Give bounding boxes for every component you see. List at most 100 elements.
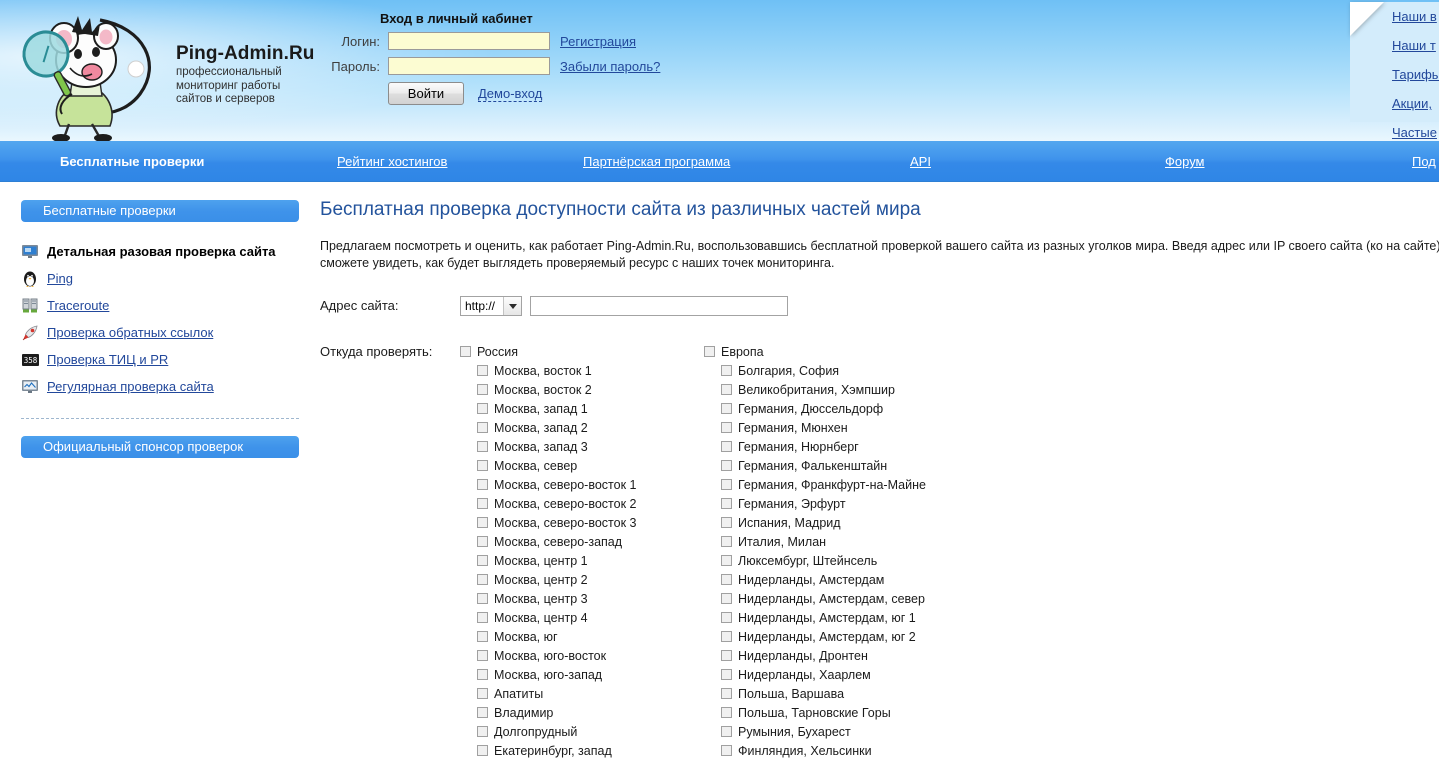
location-checkbox-row[interactable]: Москва, север: [460, 456, 704, 475]
checkbox-icon[interactable]: [477, 612, 488, 623]
checkbox-icon[interactable]: [721, 707, 732, 718]
checkbox-icon[interactable]: [477, 365, 488, 376]
checkbox-icon[interactable]: [460, 346, 471, 357]
checkbox-icon[interactable]: [721, 726, 732, 737]
sidebar-item-label[interactable]: Проверка ТИЦ и PR: [47, 352, 168, 367]
location-checkbox-row[interactable]: Великобритания, Хэмпшир: [704, 380, 948, 399]
location-checkbox-row[interactable]: Москва, северо-восток 1: [460, 475, 704, 494]
location-checkbox-row[interactable]: Владимир: [460, 703, 704, 722]
location-checkbox-row[interactable]: Екатеринбург, запад: [460, 741, 704, 760]
checkbox-icon[interactable]: [477, 536, 488, 547]
checkbox-icon[interactable]: [721, 441, 732, 452]
location-checkbox-row[interactable]: Нидерланды, Амстердам, юг 1: [704, 608, 948, 627]
location-checkbox-row[interactable]: Москва, центр 4: [460, 608, 704, 627]
checkbox-icon[interactable]: [477, 498, 488, 509]
sidebar-item-5[interactable]: 358Проверка ТИЦ и PR: [21, 346, 299, 373]
checkbox-icon[interactable]: [477, 631, 488, 642]
location-group-header[interactable]: Россия: [460, 342, 704, 361]
location-checkbox-row[interactable]: Германия, Нюрнберг: [704, 437, 948, 456]
sidebar-item-label[interactable]: Ping: [47, 271, 73, 286]
checkbox-icon[interactable]: [721, 669, 732, 680]
location-checkbox-row[interactable]: Москва, центр 1: [460, 551, 704, 570]
protocol-select[interactable]: http://: [460, 296, 522, 316]
checkbox-icon[interactable]: [721, 612, 732, 623]
nav-item-4[interactable]: API: [910, 154, 931, 169]
password-input[interactable]: [388, 57, 550, 75]
checkbox-icon[interactable]: [477, 574, 488, 585]
sidebar-item-2[interactable]: Ping: [21, 265, 299, 292]
promo-link-4[interactable]: Акции,: [1392, 97, 1439, 111]
demo-login-link[interactable]: Демо-вход: [478, 86, 542, 102]
site-address-input[interactable]: [530, 296, 788, 316]
location-checkbox-row[interactable]: Москва, северо-запад: [460, 532, 704, 551]
location-checkbox-row[interactable]: Германия, Мюнхен: [704, 418, 948, 437]
checkbox-icon[interactable]: [477, 479, 488, 490]
checkbox-icon[interactable]: [721, 384, 732, 395]
checkbox-icon[interactable]: [721, 688, 732, 699]
checkbox-icon[interactable]: [721, 574, 732, 585]
sidebar-item-6[interactable]: Регулярная проверка сайта: [21, 373, 299, 400]
checkbox-icon[interactable]: [477, 745, 488, 756]
location-checkbox-row[interactable]: Германия, Франкфурт-на-Майне: [704, 475, 948, 494]
login-input[interactable]: [388, 32, 550, 50]
checkbox-icon[interactable]: [477, 669, 488, 680]
checkbox-icon[interactable]: [721, 365, 732, 376]
checkbox-icon[interactable]: [477, 726, 488, 737]
checkbox-icon[interactable]: [721, 422, 732, 433]
checkbox-icon[interactable]: [721, 403, 732, 414]
checkbox-icon[interactable]: [477, 460, 488, 471]
location-checkbox-row[interactable]: Нидерланды, Дронтен: [704, 646, 948, 665]
location-checkbox-row[interactable]: Нидерланды, Хаарлем: [704, 665, 948, 684]
checkbox-icon[interactable]: [477, 593, 488, 604]
nav-item-2[interactable]: Рейтинг хостингов: [337, 154, 447, 169]
location-checkbox-row[interactable]: Москва, северо-восток 2: [460, 494, 704, 513]
location-checkbox-row[interactable]: Долгопрудный: [460, 722, 704, 741]
promo-link-2[interactable]: Наши т: [1392, 39, 1439, 53]
logo-block[interactable]: Ping-Admin.Ru профессиональный мониторин…: [14, 2, 334, 141]
location-checkbox-row[interactable]: Румыния, Бухарест: [704, 722, 948, 741]
checkbox-icon[interactable]: [721, 593, 732, 604]
location-checkbox-row[interactable]: Люксембург, Штейнсель: [704, 551, 948, 570]
checkbox-icon[interactable]: [721, 745, 732, 756]
checkbox-icon[interactable]: [477, 688, 488, 699]
location-checkbox-row[interactable]: Москва, юг: [460, 627, 704, 646]
checkbox-icon[interactable]: [721, 631, 732, 642]
nav-item-6[interactable]: Под: [1412, 154, 1436, 169]
location-checkbox-row[interactable]: Польша, Варшава: [704, 684, 948, 703]
checkbox-icon[interactable]: [721, 536, 732, 547]
nav-item-5[interactable]: Форум: [1165, 154, 1205, 169]
location-checkbox-row[interactable]: Болгария, София: [704, 361, 948, 380]
location-checkbox-row[interactable]: Финляндия, Хельсинки: [704, 741, 948, 760]
checkbox-icon[interactable]: [721, 460, 732, 471]
location-checkbox-row[interactable]: Испания, Мадрид: [704, 513, 948, 532]
sidebar-item-3[interactable]: Traceroute: [21, 292, 299, 319]
nav-item-3[interactable]: Партнёрская программа: [583, 154, 730, 169]
sidebar-item-label[interactable]: Регулярная проверка сайта: [47, 379, 214, 394]
location-checkbox-row[interactable]: Москва, северо-восток 3: [460, 513, 704, 532]
forgot-password-link[interactable]: Забыли пароль?: [560, 59, 660, 74]
location-checkbox-row[interactable]: Москва, центр 2: [460, 570, 704, 589]
checkbox-icon[interactable]: [721, 498, 732, 509]
checkbox-icon[interactable]: [477, 555, 488, 566]
checkbox-icon[interactable]: [477, 422, 488, 433]
location-checkbox-row[interactable]: Москва, запад 1: [460, 399, 704, 418]
checkbox-icon[interactable]: [704, 346, 715, 357]
checkbox-icon[interactable]: [721, 517, 732, 528]
sidebar-item-4[interactable]: Проверка обратных ссылок: [21, 319, 299, 346]
checkbox-icon[interactable]: [477, 517, 488, 528]
login-submit-button[interactable]: Войти: [388, 82, 464, 105]
location-checkbox-row[interactable]: Москва, запад 3: [460, 437, 704, 456]
checkbox-icon[interactable]: [477, 384, 488, 395]
checkbox-icon[interactable]: [477, 441, 488, 452]
promo-link-5[interactable]: Частые: [1392, 126, 1439, 140]
location-checkbox-row[interactable]: Германия, Эрфурт: [704, 494, 948, 513]
checkbox-icon[interactable]: [477, 403, 488, 414]
location-checkbox-row[interactable]: Нидерланды, Амстердам: [704, 570, 948, 589]
checkbox-icon[interactable]: [477, 707, 488, 718]
location-checkbox-row[interactable]: Апатиты: [460, 684, 704, 703]
checkbox-icon[interactable]: [721, 479, 732, 490]
sidebar-item-label[interactable]: Проверка обратных ссылок: [47, 325, 213, 340]
location-checkbox-row[interactable]: Италия, Милан: [704, 532, 948, 551]
promo-link-3[interactable]: Тарифы: [1392, 68, 1439, 82]
location-checkbox-row[interactable]: Москва, юго-запад: [460, 665, 704, 684]
